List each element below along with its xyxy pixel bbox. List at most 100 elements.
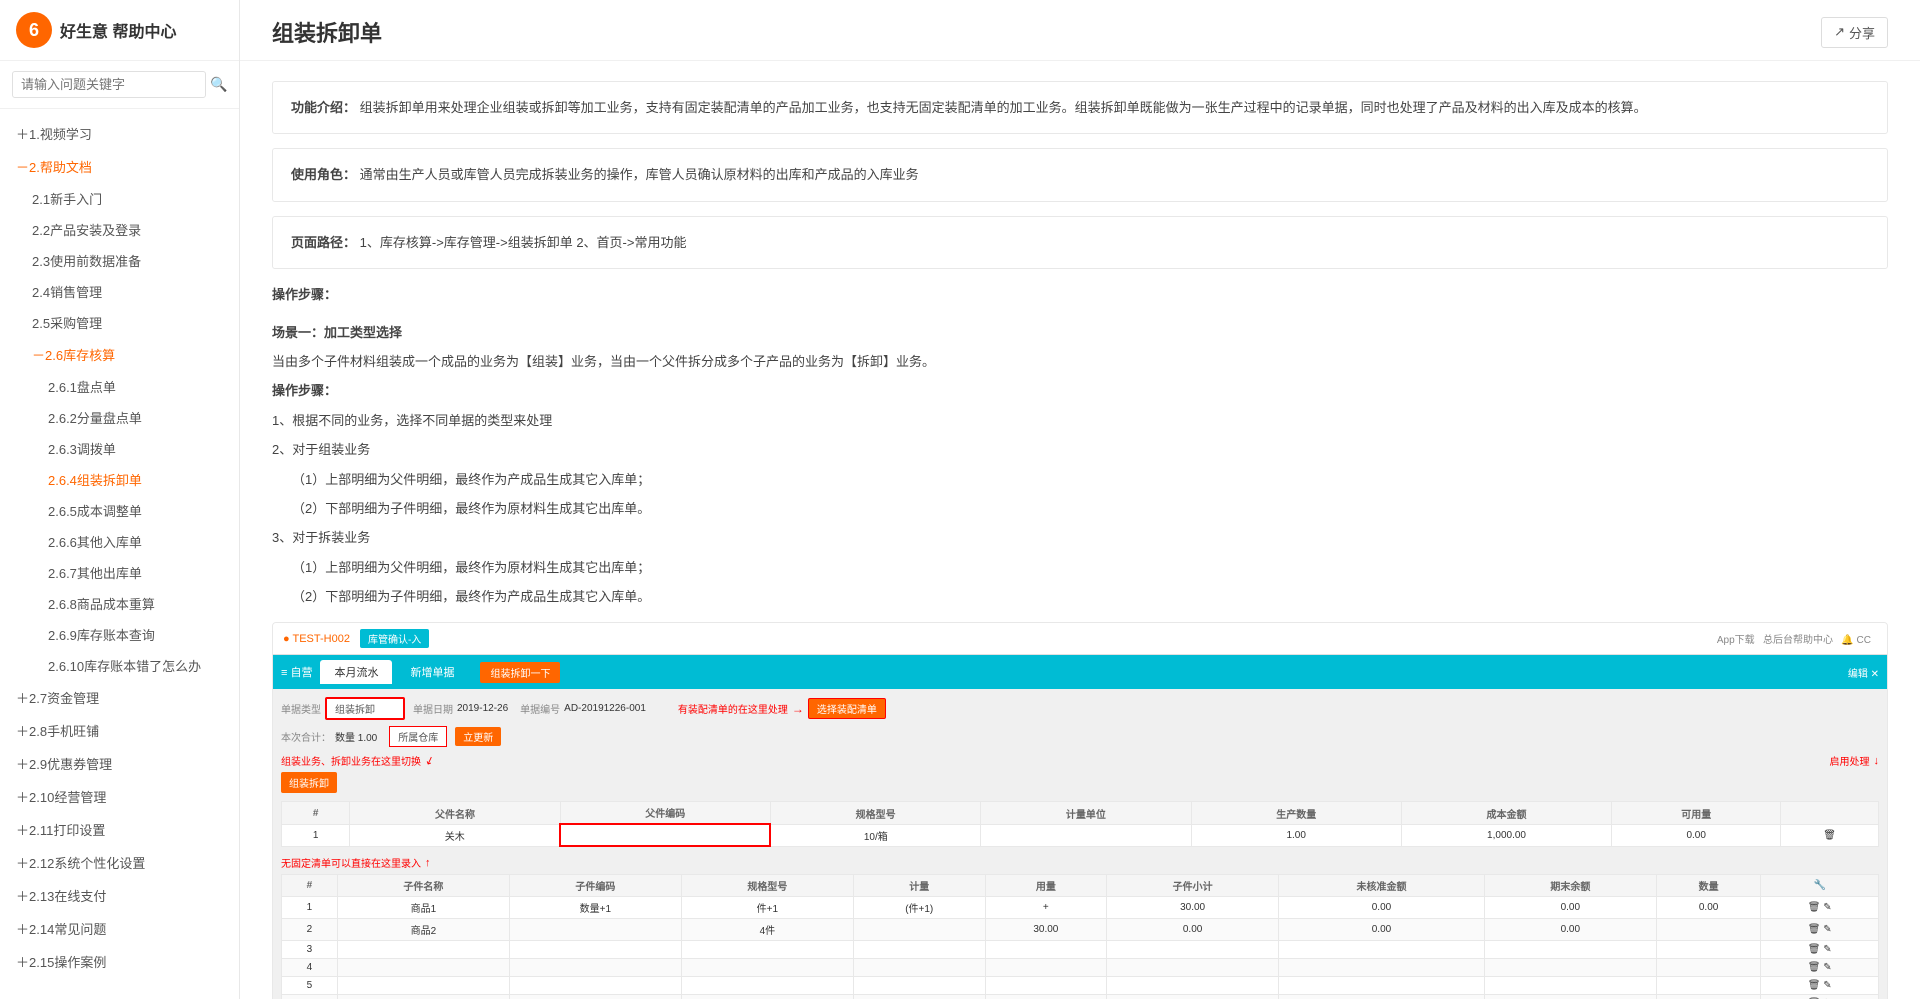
sim-count-label: 本次合计：	[281, 729, 331, 744]
table-row: 3🗑 ✎	[282, 941, 1879, 959]
sidebar-item-2-11[interactable]: ＋ 2.11打印设置	[0, 813, 239, 846]
sim-tab-new[interactable]: 新增单据	[396, 660, 468, 684]
sidebar-item-2-15[interactable]: ＋ 2.15操作案例	[0, 945, 239, 978]
red-arrow-2: ↙	[423, 753, 436, 768]
feature-intro-text: 组装拆卸单用来处理企业组装或拆卸等加工业务，支持有固定装配清单的产品加工业务，也…	[360, 100, 1647, 115]
sidebar-item-2-8[interactable]: ＋ 2.8手机旺铺	[0, 714, 239, 747]
sim-annotation-row4: 无固定清单可以直接在这里录入 ↑	[281, 855, 1879, 870]
sim-form-content: 单据类型 组装拆卸 单据日期 2019-12-26 单据编号 AD-201912…	[273, 689, 1887, 999]
app-title: 好生意 帮助中心	[60, 18, 176, 42]
sim-child-col-pending: 未核准金额	[1279, 875, 1485, 897]
steps-label: 操作步骤：	[272, 283, 1888, 306]
sidebar-item-2-12[interactable]: ＋ 2.12系统个性化设置	[0, 846, 239, 879]
table-row: 5🗑 ✎	[282, 977, 1879, 995]
sidebar-item-2-4[interactable]: 2.4销售管理	[0, 276, 239, 307]
table-row: 1 商品1 数量+1 件+1 (件+1) + 30.00 0.00 0.00	[282, 897, 1879, 919]
table-row: 4🗑 ✎	[282, 959, 1879, 977]
steps-block: 操作步骤：	[272, 283, 1888, 306]
table-row: 2 商品2 4件 30.00 0.00 0.00 0.00	[282, 919, 1879, 941]
sim-col-unit: 计量单位	[981, 802, 1191, 825]
sidebar-item-2-6-10[interactable]: 2.6.10库存账本错了怎么办	[0, 650, 239, 681]
sidebar-item-2-6-3[interactable]: 2.6.3调拨单	[0, 433, 239, 464]
table-row: 1 关木 10/箱 1.00 1,000.00 0.00 🗑	[282, 824, 1879, 846]
sidebar-item-2-7[interactable]: ＋ 2.7资金管理	[0, 681, 239, 714]
sim-confirm-btn[interactable]: 立更新	[455, 727, 501, 746]
sim-orange-button[interactable]: 组装拆卸一下	[480, 662, 560, 683]
sidebar-item-2-9[interactable]: ＋ 2.9优惠券管理	[0, 747, 239, 780]
sidebar-item-2-2[interactable]: 2.2产品安装及登录	[0, 214, 239, 245]
sidebar-item-2-3[interactable]: 2.3使用前数据准备	[0, 245, 239, 276]
annotation-enable: 启用处理	[1830, 753, 1870, 768]
sidebar: 6 好生意 帮助中心 🔍 ＋ 1.视频学习 － 2.帮助文档 2.1新手入门 2…	[0, 0, 240, 999]
scene1-label: 场景一：加工类型选择	[272, 321, 1888, 344]
sim-type-value[interactable]: 组装拆卸	[325, 697, 405, 720]
sim-col-parent-code: 父件编码	[560, 802, 770, 825]
main-header: 组装拆卸单 ↗ 分享	[240, 0, 1920, 61]
minus-icon-2-6: －	[32, 345, 45, 364]
sim-code-label: 单据编号	[520, 701, 560, 716]
step3-2: （2）下部明细为子件明细，最终作为产成品生成其它入库单。	[272, 585, 1888, 608]
sim-menu-icon: ≡ 自营	[281, 664, 312, 680]
step2-1: （1）上部明细为父件明细，最终作为产成品生成其它入库单；	[272, 468, 1888, 491]
sim-child-col-spec: 规格型号	[681, 875, 853, 897]
sidebar-item-1[interactable]: ＋ 1.视频学习	[0, 117, 239, 150]
sim-child-col-subtotal: 子件小计	[1107, 875, 1279, 897]
plus-icon-2-11: ＋	[16, 820, 29, 839]
sidebar-item-2-14[interactable]: ＋ 2.14常见问题	[0, 912, 239, 945]
annotation-direct-entry: 无固定清单可以直接在这里录入	[281, 855, 421, 870]
sidebar-item-2-6-4[interactable]: 2.6.4组装拆卸单	[0, 464, 239, 495]
sim-action-icons: 编辑 ✕	[1848, 665, 1879, 680]
path-block: 页面路径： 1、库存核算->库存管理->组装拆卸单 2、首页->常用功能	[272, 216, 1888, 269]
sidebar-header: 6 好生意 帮助中心	[0, 0, 239, 61]
sim-code-value: AD-20191226-001	[564, 703, 646, 714]
sim-tab-bar: ≡ 自营 本月流水 新增单据 组装拆卸一下 编辑 ✕	[273, 655, 1887, 689]
sim-count-value: 数量 1.00	[335, 729, 377, 744]
sim-form-row2: 本次合计： 数量 1.00 所属仓库 立更新	[281, 726, 1879, 747]
sidebar-item-2-1[interactable]: 2.1新手入门	[0, 183, 239, 214]
nav-tree: ＋ 1.视频学习 － 2.帮助文档 2.1新手入门 2.2产品安装及登录 2.3…	[0, 109, 239, 999]
sim-child-col-extra: 🔧	[1761, 875, 1879, 897]
sidebar-item-2-6-5[interactable]: 2.6.5成本调整单	[0, 495, 239, 526]
sidebar-item-2-6[interactable]: － 2.6库存核算	[0, 338, 239, 371]
sim-col-cost: 成本金额	[1401, 802, 1611, 825]
sim-child-col-name: 子件名称	[337, 875, 509, 897]
share-icon: ↗	[1834, 24, 1845, 40]
sim-child-col-num: #	[282, 875, 338, 897]
sim-child-col-balance: 期末余额	[1484, 875, 1656, 897]
search-input[interactable]	[12, 71, 206, 98]
sidebar-item-2-5[interactable]: 2.5采购管理	[0, 307, 239, 338]
plus-icon-2-9: ＋	[16, 754, 29, 773]
red-arrow-1: →	[792, 702, 804, 716]
sidebar-item-2-10[interactable]: ＋ 2.10经营管理	[0, 780, 239, 813]
feature-intro-label: 功能介绍：	[291, 100, 356, 115]
sim-select-template-btn[interactable]: 选择装配清单	[808, 698, 886, 719]
sidebar-item-2-6-9[interactable]: 2.6.9库存账本查询	[0, 619, 239, 650]
sim-warehouse-input[interactable]: 所属仓库	[389, 726, 447, 747]
role-label: 使用角色：	[291, 167, 356, 182]
sim-col-action	[1781, 802, 1879, 825]
sim-date-value: 2019-12-26	[457, 703, 508, 714]
sim-type-label: 单据类型	[281, 701, 321, 716]
sim-screenshot: ● TEST-H002 库管确认-入 App下载 总后台帮助中心 🔔 CC ≡ …	[273, 623, 1887, 999]
sim-top-bar: ● TEST-H002 库管确认-入 App下载 总后台帮助中心 🔔 CC	[273, 623, 1887, 655]
sidebar-item-2-6-1[interactable]: 2.6.1盘点单	[0, 371, 239, 402]
sidebar-item-2-6-6[interactable]: 2.6.6其他入库单	[0, 526, 239, 557]
step1: 1、根据不同的业务，选择不同单据的类型来处理	[272, 409, 1888, 432]
sim-col-available: 可用量	[1612, 802, 1781, 825]
sim-parent-code-cell[interactable]	[560, 824, 770, 846]
scene1-block: 场景一：加工类型选择 当由多个子件材料组装成一个成品的业务为【组装】业务，当由一…	[272, 321, 1888, 609]
sidebar-item-2-13[interactable]: ＋ 2.13在线支付	[0, 879, 239, 912]
search-button[interactable]: 🔍	[210, 76, 227, 93]
sim-parent-section: 组装拆卸	[281, 772, 1879, 797]
sidebar-item-2-6-7[interactable]: 2.6.7其他出库单	[0, 557, 239, 588]
steps-intro: 操作步骤：	[272, 379, 1888, 402]
scene1-desc: 当由多个子件材料组装成一个成品的业务为【组装】业务，当由一个父件拆分成多个子产品…	[272, 350, 1888, 373]
plus-icon-2-8: ＋	[16, 721, 29, 740]
step2-2: （2）下部明细为子件明细，最终作为原材料生成其它出库单。	[272, 497, 1888, 520]
share-button[interactable]: ↗ 分享	[1821, 17, 1888, 48]
sim-child-col-unit: 计量	[853, 875, 985, 897]
sidebar-item-2-6-2[interactable]: 2.6.2分量盘点单	[0, 402, 239, 433]
sim-tab-recent[interactable]: 本月流水	[320, 660, 392, 684]
sidebar-item-2[interactable]: － 2.帮助文档	[0, 150, 239, 183]
sidebar-item-2-6-8[interactable]: 2.6.8商品成本重算	[0, 588, 239, 619]
